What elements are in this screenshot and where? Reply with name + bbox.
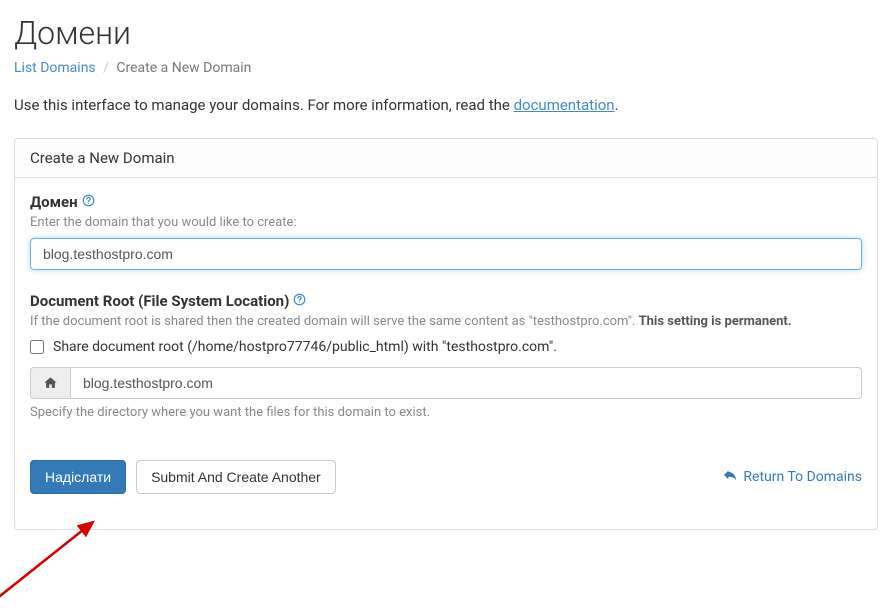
documentation-link[interactable]: documentation xyxy=(514,96,615,114)
panel-body: Домен Enter the domain that you would li… xyxy=(15,178,877,529)
docroot-input[interactable] xyxy=(70,367,862,399)
submit-and-create-another-button[interactable]: Submit And Create Another xyxy=(136,460,336,494)
help-icon[interactable] xyxy=(82,194,95,210)
breadcrumb: List Domains / Create a New Domain xyxy=(14,60,878,76)
return-to-domains-link[interactable]: Return To Domains xyxy=(723,469,862,485)
docroot-post-hint: Specify the directory where you want the… xyxy=(30,405,862,420)
share-docroot-label: Share document root (/home/hostpro77746/… xyxy=(53,339,557,355)
domain-hint: Enter the domain that you would like to … xyxy=(30,215,862,230)
submit-button[interactable]: Надіслати xyxy=(30,460,126,494)
intro-suffix: . xyxy=(615,96,619,114)
help-icon[interactable] xyxy=(293,293,306,309)
docroot-hint: If the document root is shared then the … xyxy=(30,314,862,329)
breadcrumb-current: Create a New Domain xyxy=(116,60,251,76)
intro-prefix: Use this interface to manage your domain… xyxy=(14,96,514,114)
domain-form-group: Домен Enter the domain that you would li… xyxy=(30,193,862,270)
docroot-label-text: Document Root (File System Location) xyxy=(30,292,289,310)
annotation-arrow xyxy=(0,520,125,610)
share-docroot-checkbox[interactable] xyxy=(30,340,44,354)
docroot-hint-prefix: If the document root is shared then the … xyxy=(30,314,639,329)
docroot-input-group xyxy=(30,367,862,399)
docroot-label: Document Root (File System Location) xyxy=(30,292,306,310)
breadcrumb-link-list-domains[interactable]: List Domains xyxy=(14,60,96,76)
domain-label-text: Домен xyxy=(30,193,78,211)
docroot-form-group: Document Root (File System Location) If … xyxy=(30,292,862,420)
create-domain-panel: Create a New Domain Домен Enter the doma… xyxy=(14,138,878,530)
share-docroot-row[interactable]: Share document root (/home/hostpro77746/… xyxy=(30,339,862,355)
left-actions: Надіслати Submit And Create Another xyxy=(30,460,336,494)
panel-heading: Create a New Domain xyxy=(15,139,877,178)
actions-row: Надіслати Submit And Create Another Retu… xyxy=(30,460,862,494)
return-icon xyxy=(723,469,737,485)
breadcrumb-separator: / xyxy=(103,60,109,76)
home-icon xyxy=(30,367,70,399)
domain-label: Домен xyxy=(30,193,95,211)
intro-text: Use this interface to manage your domain… xyxy=(14,96,878,114)
docroot-hint-strong: This setting is permanent. xyxy=(639,314,792,329)
return-label: Return To Domains xyxy=(743,469,862,485)
domain-input[interactable] xyxy=(30,238,862,270)
page-title: Домени xyxy=(14,14,878,52)
